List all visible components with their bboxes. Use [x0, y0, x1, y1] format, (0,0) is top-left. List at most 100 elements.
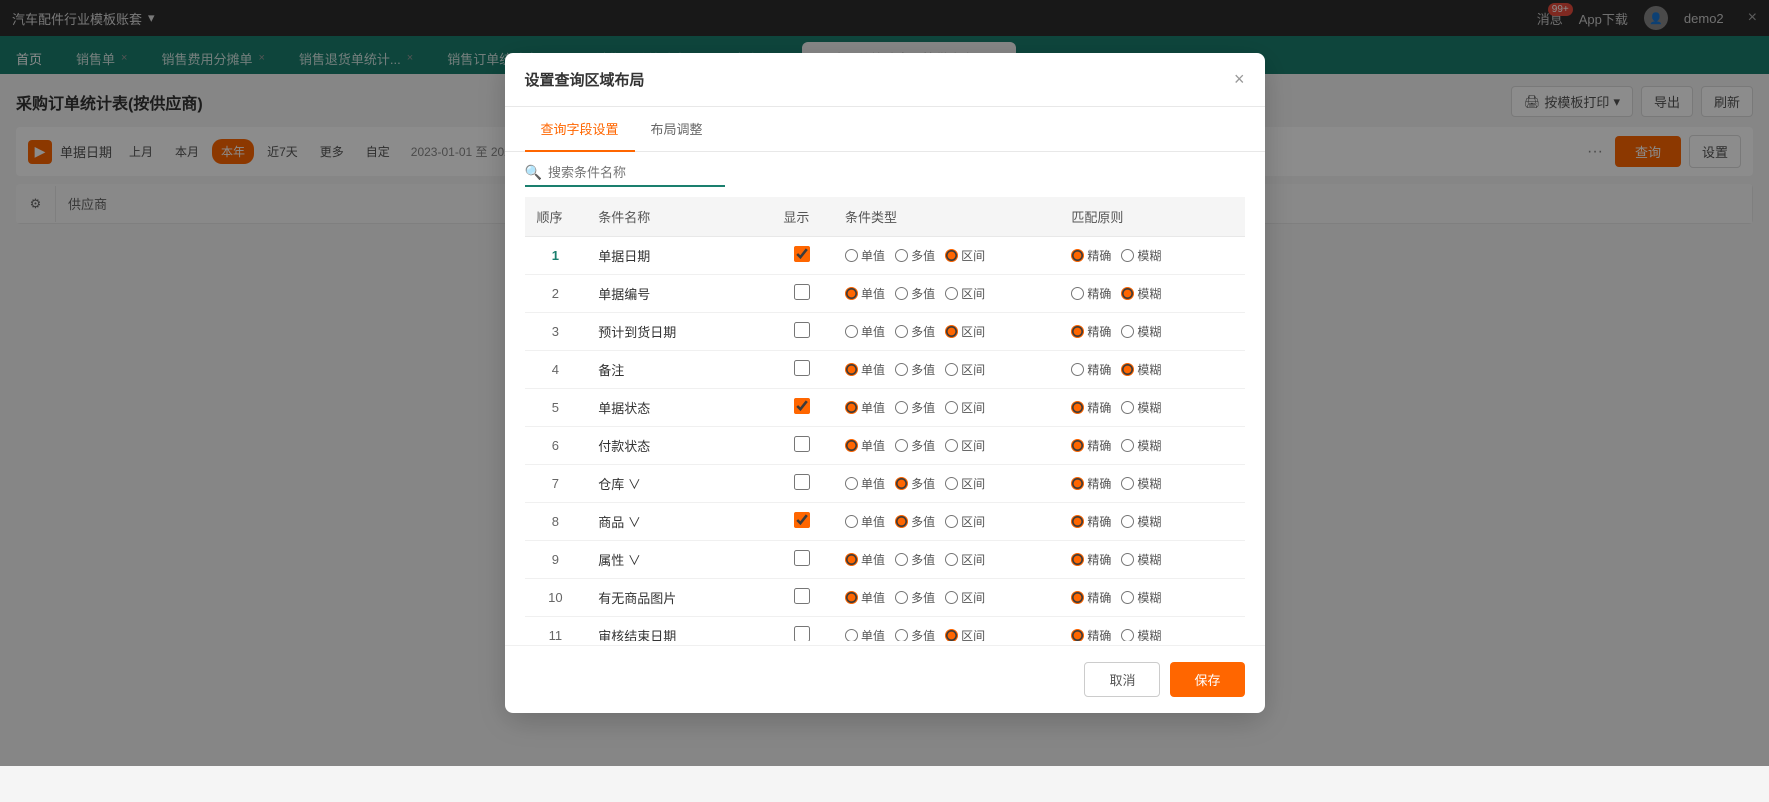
- show-checkbox[interactable]: [794, 246, 810, 262]
- row-match[interactable]: 精确模糊: [1059, 541, 1244, 579]
- row-type[interactable]: 单值多值区间: [833, 275, 1059, 313]
- row-match[interactable]: 精确模糊: [1059, 465, 1244, 503]
- type-option-区间[interactable]: 区间: [945, 361, 985, 378]
- type-option-单值[interactable]: 单值: [845, 513, 885, 530]
- row-type[interactable]: 单值多值区间: [833, 541, 1059, 579]
- match-option-模糊[interactable]: 模糊: [1121, 627, 1161, 641]
- type-option-区间[interactable]: 区间: [945, 589, 985, 606]
- type-option-区间[interactable]: 区间: [945, 247, 985, 264]
- type-option-单值[interactable]: 单值: [845, 627, 885, 641]
- match-option-精确[interactable]: 精确: [1071, 627, 1111, 641]
- type-option-多值[interactable]: 多值: [895, 475, 935, 492]
- type-option-区间[interactable]: 区间: [945, 399, 985, 416]
- type-option-区间[interactable]: 区间: [945, 551, 985, 568]
- search-input[interactable]: [548, 165, 708, 180]
- type-option-单值[interactable]: 单值: [845, 285, 885, 302]
- type-option-多值[interactable]: 多值: [895, 285, 935, 302]
- type-option-多值[interactable]: 多值: [895, 399, 935, 416]
- row-show[interactable]: [771, 503, 833, 541]
- type-option-区间[interactable]: 区间: [945, 513, 985, 530]
- row-match[interactable]: 精确模糊: [1059, 237, 1244, 275]
- show-checkbox[interactable]: [794, 512, 810, 528]
- show-checkbox[interactable]: [794, 360, 810, 376]
- type-option-多值[interactable]: 多值: [895, 247, 935, 264]
- row-show[interactable]: [771, 465, 833, 503]
- type-option-区间[interactable]: 区间: [945, 627, 985, 641]
- match-option-模糊[interactable]: 模糊: [1121, 323, 1161, 340]
- type-option-单值[interactable]: 单值: [845, 437, 885, 454]
- match-option-模糊[interactable]: 模糊: [1121, 399, 1161, 416]
- match-option-模糊[interactable]: 模糊: [1121, 437, 1161, 454]
- match-option-模糊[interactable]: 模糊: [1121, 247, 1161, 264]
- cancel-button[interactable]: 取消: [1084, 662, 1160, 697]
- row-match[interactable]: 精确模糊: [1059, 389, 1244, 427]
- match-option-精确[interactable]: 精确: [1071, 551, 1111, 568]
- match-option-精确[interactable]: 精确: [1071, 247, 1111, 264]
- row-match[interactable]: 精确模糊: [1059, 503, 1244, 541]
- type-option-多值[interactable]: 多值: [895, 437, 935, 454]
- show-checkbox[interactable]: [794, 322, 810, 338]
- row-show[interactable]: [771, 275, 833, 313]
- type-option-单值[interactable]: 单值: [845, 323, 885, 340]
- match-option-精确[interactable]: 精确: [1071, 361, 1111, 378]
- type-option-单值[interactable]: 单值: [845, 551, 885, 568]
- show-checkbox[interactable]: [794, 436, 810, 452]
- type-option-区间[interactable]: 区间: [945, 285, 985, 302]
- type-option-单值[interactable]: 单值: [845, 361, 885, 378]
- show-checkbox[interactable]: [794, 550, 810, 566]
- type-option-多值[interactable]: 多值: [895, 361, 935, 378]
- row-type[interactable]: 单值多值区间: [833, 617, 1059, 642]
- show-checkbox[interactable]: [794, 626, 810, 641]
- match-option-模糊[interactable]: 模糊: [1121, 475, 1161, 492]
- type-option-单值[interactable]: 单值: [845, 247, 885, 264]
- type-option-单值[interactable]: 单值: [845, 399, 885, 416]
- row-type[interactable]: 单值多值区间: [833, 465, 1059, 503]
- type-option-区间[interactable]: 区间: [945, 475, 985, 492]
- row-type[interactable]: 单值多值区间: [833, 389, 1059, 427]
- match-option-精确[interactable]: 精确: [1071, 285, 1111, 302]
- show-checkbox[interactable]: [794, 284, 810, 300]
- show-checkbox[interactable]: [794, 474, 810, 490]
- row-match[interactable]: 精确模糊: [1059, 275, 1244, 313]
- type-option-多值[interactable]: 多值: [895, 627, 935, 641]
- row-show[interactable]: [771, 427, 833, 465]
- row-type[interactable]: 单值多值区间: [833, 503, 1059, 541]
- match-option-精确[interactable]: 精确: [1071, 323, 1111, 340]
- row-show[interactable]: [771, 351, 833, 389]
- row-match[interactable]: 精确模糊: [1059, 617, 1244, 642]
- dialog-close-button[interactable]: ×: [1234, 69, 1245, 90]
- match-option-模糊[interactable]: 模糊: [1121, 361, 1161, 378]
- match-option-精确[interactable]: 精确: [1071, 437, 1111, 454]
- type-option-多值[interactable]: 多值: [895, 513, 935, 530]
- dialog-tab-fields[interactable]: 查询字段设置: [525, 107, 635, 152]
- row-type[interactable]: 单值多值区间: [833, 313, 1059, 351]
- row-type[interactable]: 单值多值区间: [833, 351, 1059, 389]
- row-match[interactable]: 精确模糊: [1059, 351, 1244, 389]
- save-button[interactable]: 保存: [1170, 662, 1244, 697]
- row-match[interactable]: 精确模糊: [1059, 313, 1244, 351]
- type-option-单值[interactable]: 单值: [845, 475, 885, 492]
- type-option-单值[interactable]: 单值: [845, 589, 885, 606]
- row-show[interactable]: [771, 579, 833, 617]
- show-checkbox[interactable]: [794, 588, 810, 604]
- match-option-精确[interactable]: 精确: [1071, 399, 1111, 416]
- type-option-区间[interactable]: 区间: [945, 437, 985, 454]
- match-option-精确[interactable]: 精确: [1071, 475, 1111, 492]
- type-option-多值[interactable]: 多值: [895, 551, 935, 568]
- match-option-模糊[interactable]: 模糊: [1121, 551, 1161, 568]
- row-show[interactable]: [771, 617, 833, 642]
- row-type[interactable]: 单值多值区间: [833, 237, 1059, 275]
- row-match[interactable]: 精确模糊: [1059, 427, 1244, 465]
- match-option-模糊[interactable]: 模糊: [1121, 589, 1161, 606]
- row-show[interactable]: [771, 541, 833, 579]
- match-option-模糊[interactable]: 模糊: [1121, 513, 1161, 530]
- match-option-模糊[interactable]: 模糊: [1121, 285, 1161, 302]
- row-show[interactable]: [771, 237, 833, 275]
- row-type[interactable]: 单值多值区间: [833, 579, 1059, 617]
- type-option-多值[interactable]: 多值: [895, 323, 935, 340]
- row-show[interactable]: [771, 389, 833, 427]
- match-option-精确[interactable]: 精确: [1071, 513, 1111, 530]
- type-option-区间[interactable]: 区间: [945, 323, 985, 340]
- type-option-多值[interactable]: 多值: [895, 589, 935, 606]
- dialog-tab-layout[interactable]: 布局调整: [635, 107, 719, 152]
